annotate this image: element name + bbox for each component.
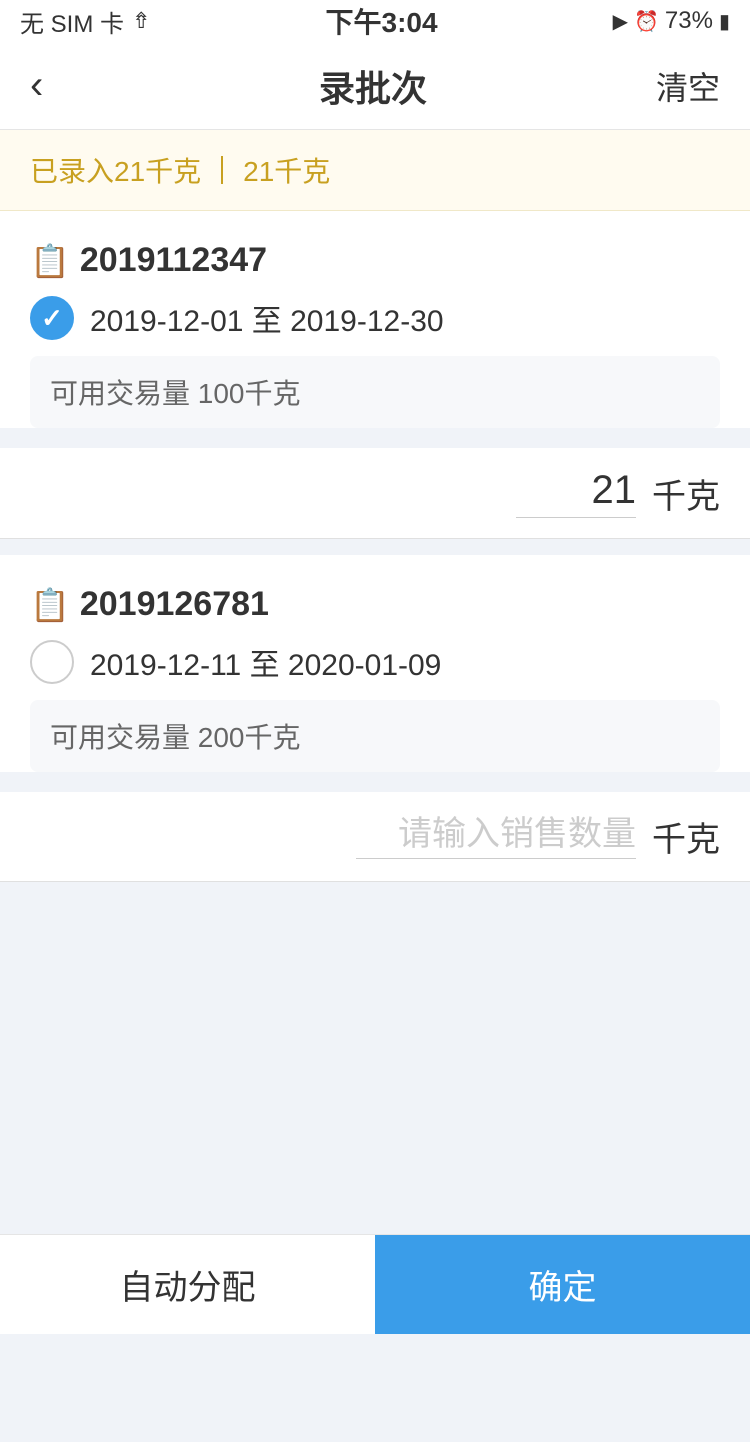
battery-label: 73% xyxy=(665,7,713,35)
summary-bar: 已录入21千克 21千克 xyxy=(0,130,750,211)
confirm-button[interactable]: 确定 xyxy=(375,1235,750,1334)
batch1-date: 2019-12-01 至 2019-12-30 xyxy=(90,296,444,340)
section-divider xyxy=(0,539,750,555)
status-right: ▶ ⏰ 73% ▮ xyxy=(613,7,730,35)
batch1-icon: 📋 xyxy=(30,242,70,280)
summary-recorded: 已录入21千克 xyxy=(30,150,201,190)
batch-item-2: 📋 2019126781 2019-12-11 至 2020-01-09 可用交… xyxy=(0,555,750,772)
battery-icon: ▮ xyxy=(719,9,730,34)
summary-amount: 21千克 xyxy=(243,150,330,190)
wifi-icon: ⇮ xyxy=(132,8,150,34)
batch2-radio[interactable] xyxy=(30,640,74,684)
batch1-id: 2019112347 xyxy=(80,241,267,280)
batch2-avail: 可用交易量 200千克 xyxy=(30,700,720,772)
back-button[interactable]: ‹ xyxy=(30,63,90,108)
alarm-icon: ⏰ xyxy=(634,9,659,34)
page-title: 录批次 xyxy=(319,60,427,112)
batch2-date-row[interactable]: 2019-12-11 至 2020-01-09 xyxy=(30,640,720,684)
batch-item-1: 📋 2019112347 2019-12-01 至 2019-12-30 可用交… xyxy=(0,211,750,428)
batch1-amount-input[interactable] xyxy=(516,468,636,513)
clear-button[interactable]: 清空 xyxy=(656,63,720,109)
batch1-amount-row: 千克 xyxy=(0,448,750,539)
batch1-avail: 可用交易量 100千克 xyxy=(30,356,720,428)
batch1-unit: 千克 xyxy=(652,469,720,518)
status-bar: 无 SIM 卡 ⇮ 下午3:04 ▶ ⏰ 73% ▮ xyxy=(0,0,750,42)
sim-label: 无 SIM 卡 xyxy=(20,4,124,39)
nav-bar: ‹ 录批次 清空 xyxy=(0,42,750,130)
batch2-id: 2019126781 xyxy=(80,585,269,624)
summary-divider xyxy=(221,156,223,184)
bottom-bar: 自动分配 确定 xyxy=(0,1234,750,1334)
status-left: 无 SIM 卡 ⇮ xyxy=(20,4,150,39)
batch2-date: 2019-12-11 至 2020-01-09 xyxy=(90,640,441,684)
batch1-date-row[interactable]: 2019-12-01 至 2019-12-30 xyxy=(30,296,720,340)
batch1-id-row: 📋 2019112347 xyxy=(30,241,720,280)
auto-distribute-button[interactable]: 自动分配 xyxy=(0,1235,375,1334)
batch2-unit: 千克 xyxy=(652,812,720,861)
batch2-icon: 📋 xyxy=(30,586,70,624)
batch2-id-row: 📋 2019126781 xyxy=(30,585,720,624)
batch2-amount-input[interactable] xyxy=(356,815,636,854)
status-time: 下午3:04 xyxy=(326,1,438,41)
batch1-radio[interactable] xyxy=(30,296,74,340)
batch2-amount-row: 千克 xyxy=(0,792,750,882)
location-icon: ▶ xyxy=(613,9,628,34)
